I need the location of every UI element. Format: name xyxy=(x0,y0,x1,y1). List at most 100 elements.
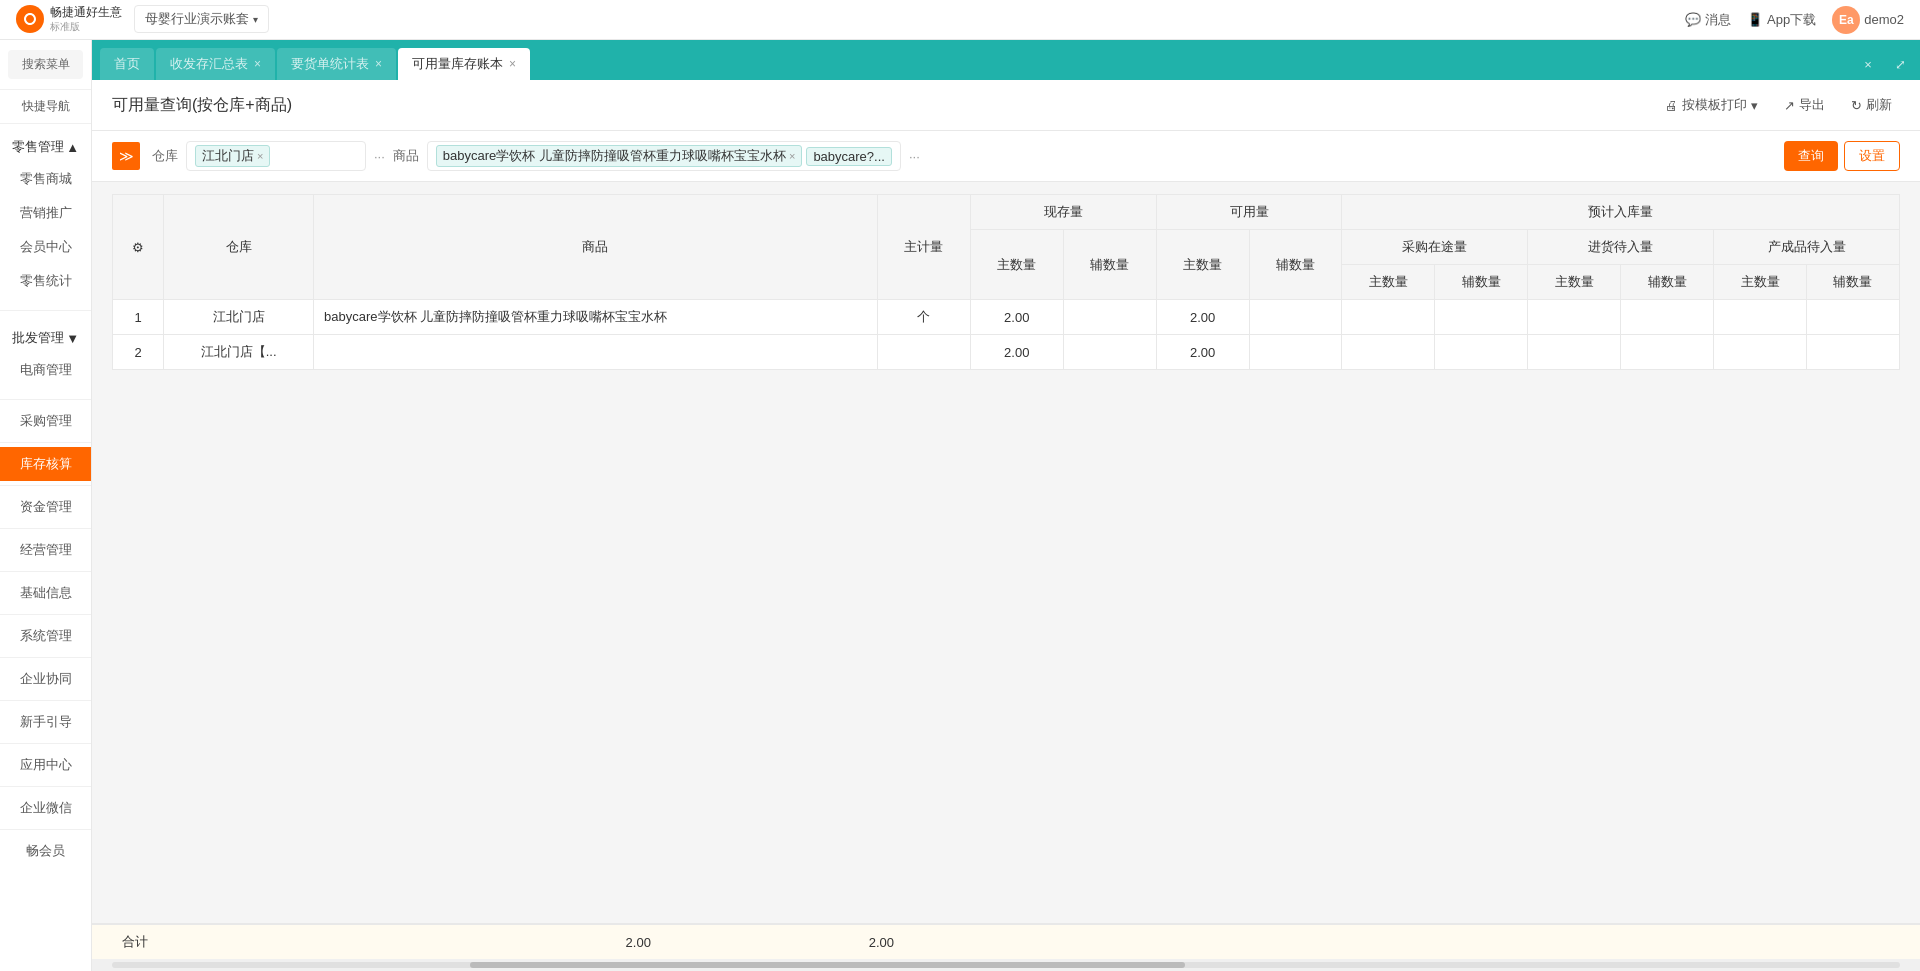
print-icon: 🖨 xyxy=(1665,98,1678,113)
warehouse-filter-input[interactable]: 江北门店 × xyxy=(186,141,366,171)
message-label: 消息 xyxy=(1705,11,1731,29)
template-selector[interactable]: 母婴行业演示账套 ▾ xyxy=(134,5,269,33)
divider-10 xyxy=(0,743,91,744)
tab-receivable-label: 收发存汇总表 xyxy=(170,55,248,73)
scrollbar-track[interactable] xyxy=(112,962,1900,968)
cell-purchase-main-0 xyxy=(1342,300,1435,335)
th-purchase-aux: 辅数量 xyxy=(1435,265,1528,300)
footer-values: 2.00 2.00 xyxy=(272,935,1900,950)
sidebar-section-retail-header[interactable]: 零售管理 ▲ xyxy=(0,132,91,162)
print-button[interactable]: 🖨 按模板打印 ▾ xyxy=(1657,92,1766,118)
product-filter-label: 商品 xyxy=(393,147,419,165)
tab-order-stat[interactable]: 要货单统计表 × xyxy=(277,48,396,80)
refresh-button[interactable]: ↻ 刷新 xyxy=(1843,92,1900,118)
divider-5 xyxy=(0,528,91,529)
sidebar-item-enterprise[interactable]: 企业协同 xyxy=(0,662,91,696)
message-button[interactable]: 💬 消息 xyxy=(1685,11,1731,29)
export-button[interactable]: ↗ 导出 xyxy=(1776,92,1833,118)
quick-nav-button[interactable]: 快捷导航 xyxy=(0,90,91,124)
logo-icon xyxy=(16,5,44,33)
cell-available-main-0: 2.00 xyxy=(1156,300,1249,335)
sidebar-item-ecommerce[interactable]: 电商管理 xyxy=(0,353,91,387)
product-tag-1-close[interactable]: × xyxy=(789,150,795,162)
user-avatar-button[interactable]: Ea demo2 xyxy=(1832,6,1904,34)
product-tag-1-text: babycare学饮杯 儿童防摔防撞吸管杯重力球吸嘴杯宝宝水杯 xyxy=(443,147,786,165)
cell-product-main-0 xyxy=(1714,300,1807,335)
sidebar-item-wecom[interactable]: 企业微信 xyxy=(0,791,91,825)
scrollbar-thumb[interactable] xyxy=(470,962,1185,968)
sidebar-item-system[interactable]: 系统管理 xyxy=(0,619,91,653)
app-download-label: App下载 xyxy=(1767,11,1816,29)
template-selector-label: 母婴行业演示账套 xyxy=(145,10,249,28)
divider-2 xyxy=(0,399,91,400)
table-row: 2 江北门店【... 2.00 2.00 xyxy=(113,335,1900,370)
sidebar-item-operations[interactable]: 经营管理 xyxy=(0,533,91,567)
product-filter-input[interactable]: babycare学饮杯 儿童防摔防撞吸管杯重力球吸嘴杯宝宝水杯 × babyca… xyxy=(427,141,901,171)
data-table: ⚙ 仓库 商品 主计量 现存量 可用量 预计入库量 主数量 辅数量 主数量 辅数… xyxy=(112,194,1900,370)
setting-button[interactable]: 设置 xyxy=(1844,141,1900,171)
sidebar-section-wholesale-header[interactable]: 批发管理 ▼ xyxy=(0,323,91,353)
footer-current-main: 2.00 xyxy=(598,935,678,950)
settings-icon[interactable]: ⚙ xyxy=(132,240,144,255)
query-button[interactable]: 查询 xyxy=(1784,141,1838,171)
table-container: ⚙ 仓库 商品 主计量 现存量 可用量 预计入库量 主数量 辅数量 主数量 辅数… xyxy=(92,182,1920,923)
th-product-aux: 辅数量 xyxy=(1806,265,1899,300)
cell-inbound-main-0 xyxy=(1528,300,1621,335)
tab-maximize-button[interactable]: ⤢ xyxy=(1888,52,1912,76)
tab-available-stock-close[interactable]: × xyxy=(509,58,516,70)
product-tag-2-text: babycare?... xyxy=(813,149,885,164)
warehouse-filter-label: 仓库 xyxy=(152,147,178,165)
cell-purchase-aux-0 xyxy=(1435,300,1528,335)
sidebar-item-purchase[interactable]: 采购管理 xyxy=(0,404,91,438)
chevron-down-icon: ▾ xyxy=(253,14,258,25)
sidebar-item-newbie[interactable]: 新手引导 xyxy=(0,705,91,739)
filter-dots-warehouse[interactable]: ··· xyxy=(374,149,385,164)
filter-actions: 查询 设置 xyxy=(1784,141,1900,171)
tab-receivable-close[interactable]: × xyxy=(254,58,261,70)
tab-order-stat-close[interactable]: × xyxy=(375,58,382,70)
tab-receivable[interactable]: 收发存汇总表 × xyxy=(156,48,275,80)
logo: 畅捷通好生意 标准版 xyxy=(16,5,122,33)
divider-12 xyxy=(0,829,91,830)
cell-inbound-main-1 xyxy=(1528,335,1621,370)
filter-area: ≫ 仓库 江北门店 × ··· 商品 babycare学饮杯 儿童防摔防撞吸管杯… xyxy=(92,131,1920,182)
tab-available-stock-label: 可用量库存账本 xyxy=(412,55,503,73)
search-menu-button[interactable]: 搜索菜单 xyxy=(8,50,83,79)
table-footer: 合计 2.00 2.00 xyxy=(92,923,1920,959)
cell-current-aux-0 xyxy=(1063,300,1156,335)
th-purchase-main: 主数量 xyxy=(1342,265,1435,300)
divider-6 xyxy=(0,571,91,572)
avatar: Ea xyxy=(1832,6,1860,34)
cell-product-1 xyxy=(314,335,878,370)
sidebar-item-changhui[interactable]: 畅会员 xyxy=(0,834,91,868)
cell-product-aux-0 xyxy=(1806,300,1899,335)
app-download-button[interactable]: 📱 App下载 xyxy=(1747,11,1816,29)
th-current-main: 主数量 xyxy=(970,230,1063,300)
table-row: 1 江北门店 babycare学饮杯 儿童防摔防撞吸管杯重力球吸嘴杯宝宝水杯 个… xyxy=(113,300,1900,335)
tab-home[interactable]: 首页 xyxy=(100,48,154,80)
warehouse-tag-close[interactable]: × xyxy=(257,150,263,162)
filter-row: 仓库 江北门店 × ··· 商品 babycare学饮杯 儿童防摔防撞吸管杯重力… xyxy=(152,141,1764,171)
username-label: demo2 xyxy=(1864,12,1904,27)
divider-3 xyxy=(0,442,91,443)
filter-dots-product[interactable]: ··· xyxy=(909,149,920,164)
sidebar-item-retail-stat[interactable]: 零售统计 xyxy=(0,264,91,298)
tab-close-all-button[interactable]: × xyxy=(1856,52,1880,76)
sidebar-item-finance[interactable]: 资金管理 xyxy=(0,490,91,524)
expand-icon: ≫ xyxy=(119,148,134,164)
divider-8 xyxy=(0,657,91,658)
filter-expand-button[interactable]: ≫ xyxy=(112,142,140,170)
sidebar-item-app-center[interactable]: 应用中心 xyxy=(0,748,91,782)
cell-current-main-0: 2.00 xyxy=(970,300,1063,335)
tab-available-stock[interactable]: 可用量库存账本 × xyxy=(398,48,530,80)
sidebar-item-marketing[interactable]: 营销推广 xyxy=(0,196,91,230)
th-product-pending: 产成品待入量 xyxy=(1714,230,1900,265)
message-icon: 💬 xyxy=(1685,12,1701,27)
sidebar-item-retail-mall[interactable]: 零售商城 xyxy=(0,162,91,196)
th-available-main: 主数量 xyxy=(1156,230,1249,300)
sidebar-item-inventory[interactable]: 库存核算 xyxy=(0,447,91,481)
sidebar-item-member[interactable]: 会员中心 xyxy=(0,230,91,264)
divider-1 xyxy=(0,310,91,311)
divider-11 xyxy=(0,786,91,787)
sidebar-item-basic-info[interactable]: 基础信息 xyxy=(0,576,91,610)
